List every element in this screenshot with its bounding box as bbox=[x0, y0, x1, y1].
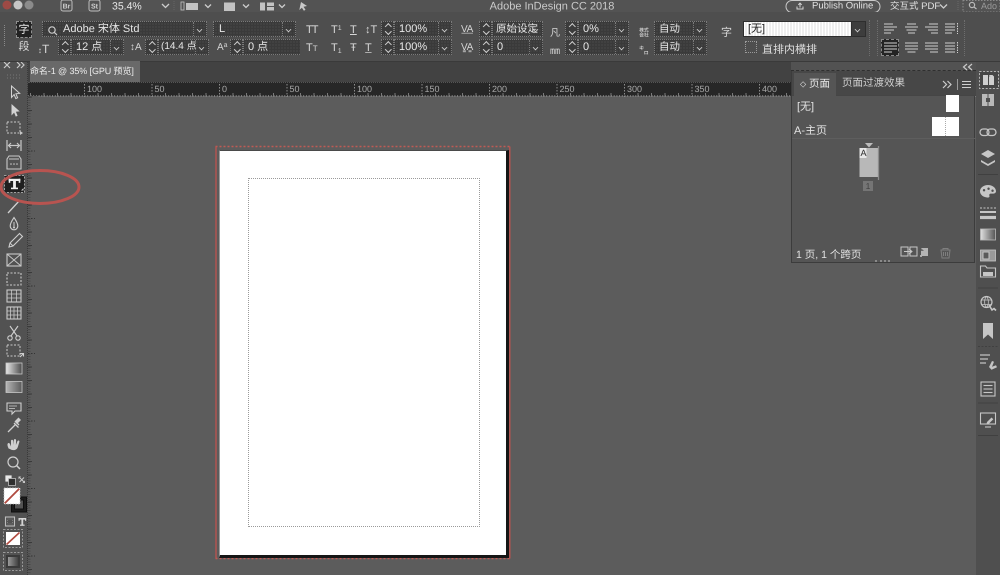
svg-text:1: 1 bbox=[866, 181, 871, 191]
svg-text:A: A bbox=[861, 148, 867, 158]
